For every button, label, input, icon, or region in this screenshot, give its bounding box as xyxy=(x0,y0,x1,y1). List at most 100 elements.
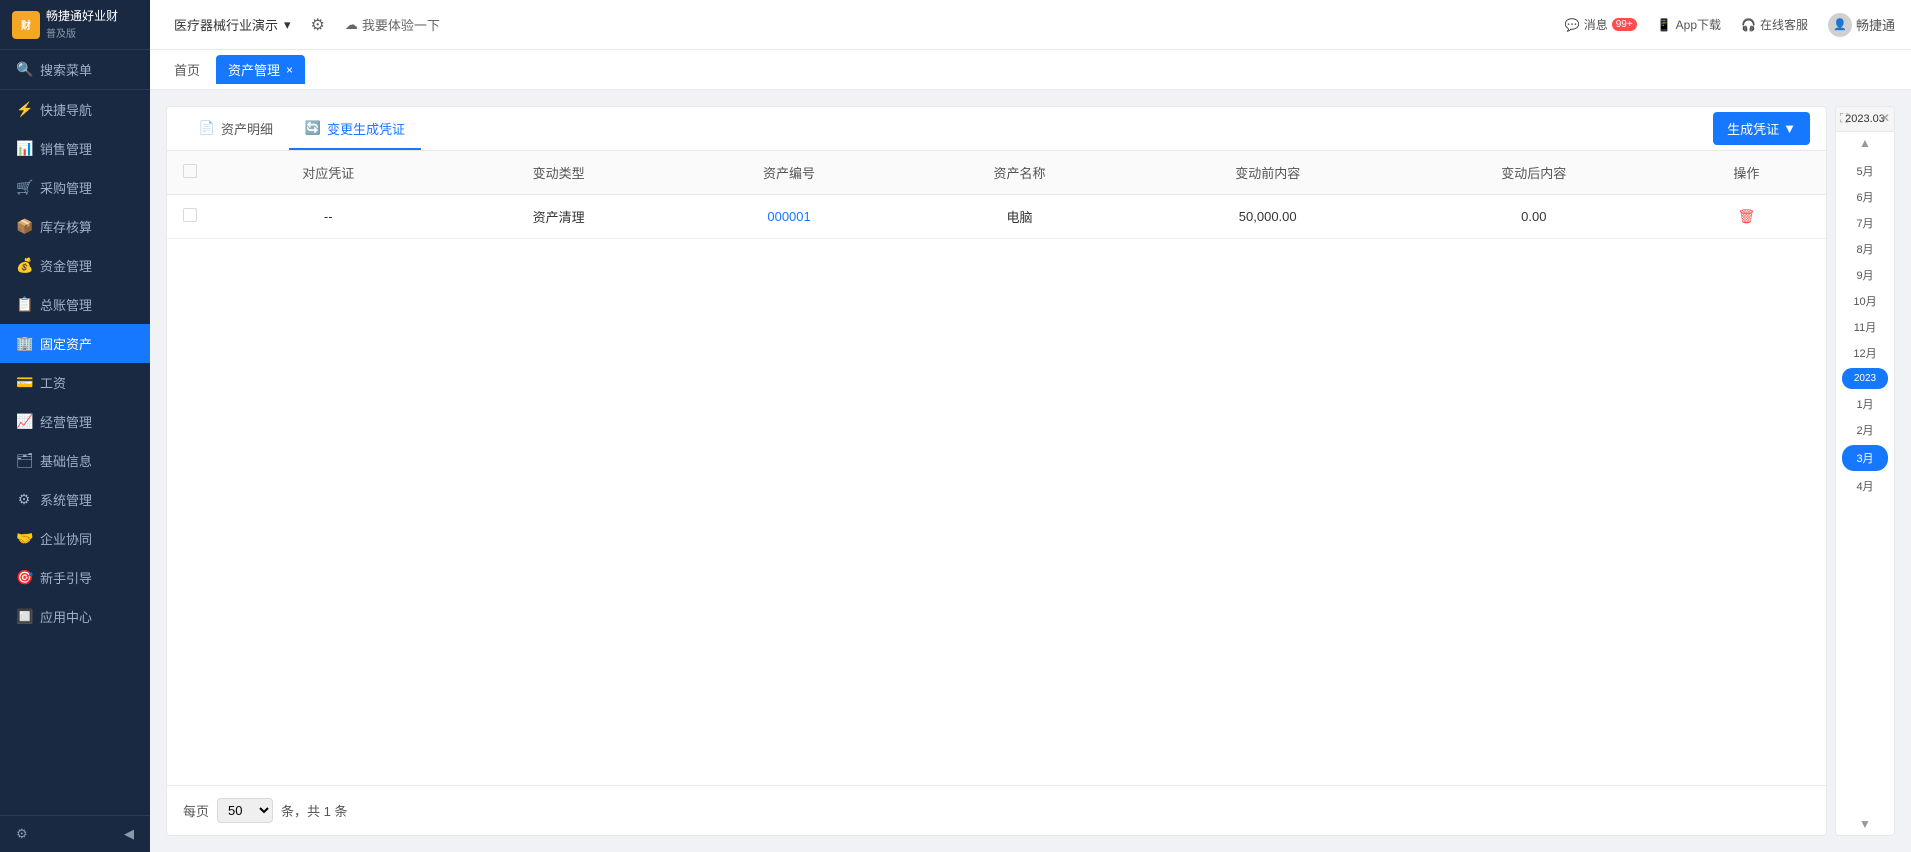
row-checkbox[interactable] xyxy=(183,208,197,222)
sidebar-bottom: ⚙ ◀ xyxy=(0,815,150,852)
online-service-btn[interactable]: 🎧 在线客服 xyxy=(1741,16,1808,33)
generate-voucher-button[interactable]: 生成凭证 ▼ xyxy=(1713,112,1810,145)
tab-home[interactable]: 首页 xyxy=(166,56,208,83)
experience-btn[interactable]: ☁ 我要体验一下 xyxy=(345,15,440,34)
timeline-item-1m[interactable]: 1月 xyxy=(1836,391,1894,417)
sidebar-search-label: 搜索菜单 xyxy=(40,60,92,79)
sidebar-item-guide[interactable]: 🎯 新手引导 xyxy=(0,558,150,597)
sub-tab-asset-list[interactable]: 📄 资产明细 xyxy=(183,109,289,150)
timeline-item-11m[interactable]: 11月 xyxy=(1836,314,1894,340)
experience-label: 我要体验一下 xyxy=(362,15,440,34)
timeline-item-2m[interactable]: 2月 xyxy=(1836,417,1894,443)
app-name: 畅捷通好业财 xyxy=(46,9,118,25)
sidebar-item-basic[interactable]: 🗂 基础信息 xyxy=(0,441,150,480)
asset-table: 对应凭证 变动类型 资产编号 资产名称 变动前内容 变动后内容 操作 xyxy=(167,151,1826,239)
delete-row-button[interactable]: 🗑 xyxy=(1738,208,1756,225)
sidebar-item-system[interactable]: ⚙ 系统管理 xyxy=(0,480,150,519)
timeline-down-btn[interactable]: ▼ xyxy=(1836,813,1894,835)
generate-dropdown-icon: ▼ xyxy=(1783,121,1796,136)
sidebar-item-inventory[interactable]: 📦 库存核算 xyxy=(0,207,150,246)
timeline-item-4m[interactable]: 4月 xyxy=(1836,473,1894,499)
per-page-label: 每页 xyxy=(183,801,209,820)
logo-text-block: 畅捷通好业财 普及版 xyxy=(46,9,118,40)
message-icon: 💬 xyxy=(1565,18,1580,32)
timeline-item-9m[interactable]: 9月 xyxy=(1836,262,1894,288)
sidebar-item-ops[interactable]: 📈 经营管理 xyxy=(0,402,150,441)
basic-icon: 🗂 xyxy=(16,452,32,469)
content-area: 📄 资产明细 🔄 变更生成凭证 生成凭证 ▼ xyxy=(150,90,1911,852)
user-avatar-icon: 👤 xyxy=(1828,13,1852,37)
app-download-btn[interactable]: 📱 App下载 xyxy=(1657,16,1721,33)
timeline-item-7m[interactable]: 7月 xyxy=(1836,210,1894,236)
col-voucher: 对应凭证 xyxy=(213,151,443,195)
timeline-item-6m[interactable]: 6月 xyxy=(1836,184,1894,210)
timeline-items: 5月 6月 7月 8月 9月 10月 11月 12月 2023 1月 2月 3月… xyxy=(1836,154,1894,813)
sidebar-item-label: 采购管理 xyxy=(40,178,92,197)
voucher-gen-icon: 🔄 xyxy=(305,120,321,136)
row-asset-no: 000001 xyxy=(674,195,904,239)
col-before: 变动前内容 xyxy=(1135,151,1401,195)
sub-tab-label: 资产明细 xyxy=(221,119,273,138)
tab-asset-management[interactable]: 资产管理 × xyxy=(216,55,305,84)
table-container: 对应凭证 变动类型 资产编号 资产名称 变动前内容 变动后内容 操作 xyxy=(167,151,1826,785)
timeline-header-date: 2023.03 xyxy=(1845,113,1885,125)
sidebar-item-label: 总账管理 xyxy=(40,295,92,314)
message-badge: 99+ xyxy=(1612,18,1637,31)
asset-list-icon: 📄 xyxy=(199,120,215,136)
sidebar-item-label: 经营管理 xyxy=(40,412,92,431)
table-header-row: 对应凭证 变动类型 资产编号 资产名称 变动前内容 变动后内容 操作 xyxy=(167,151,1826,195)
settings-gear-icon[interactable]: ⚙ xyxy=(311,15,325,35)
sidebar-item-purchase[interactable]: 🛒 采购管理 xyxy=(0,168,150,207)
system-icon: ⚙ xyxy=(16,491,32,508)
row-checkbox-cell xyxy=(167,195,213,239)
sidebar-item-fixed-assets[interactable]: 🏢 固定资产 xyxy=(0,324,150,363)
sidebar-item-label: 应用中心 xyxy=(40,607,92,626)
app-edition: 普及版 xyxy=(46,25,118,40)
corp-icon: 🤝 xyxy=(16,530,32,547)
header-checkbox[interactable] xyxy=(183,164,197,178)
timeline-item-12m[interactable]: 12月 xyxy=(1836,340,1894,366)
sidebar-item-corp[interactable]: 🤝 企业协同 xyxy=(0,519,150,558)
top-header: 医疗器械行业演示 ▾ ⚙ ☁ 我要体验一下 💬 消息 99+ 📱 App下载 🎧… xyxy=(150,0,1911,50)
sidebar: 财 畅捷通好业财 普及版 🔍 搜索菜单 ⚡ 快捷导航 📊 销售管理 🛒 采购管理… xyxy=(0,0,150,852)
sidebar-item-label: 工资 xyxy=(40,373,66,392)
timeline-expand-btn[interactable]: ⛶ xyxy=(1840,111,1848,126)
tab-bar: 首页 资产管理 × xyxy=(150,50,1911,90)
sidebar-item-appstore[interactable]: 🔲 应用中心 xyxy=(0,597,150,636)
sidebar-nav: 📊 销售管理 🛒 采购管理 📦 库存核算 💰 资金管理 📋 总账管理 🏢 固定资… xyxy=(0,129,150,815)
col-change-type: 变动类型 xyxy=(443,151,673,195)
sidebar-item-search[interactable]: 🔍 搜索菜单 xyxy=(0,50,150,90)
company-name: 医疗器械行业演示 xyxy=(174,15,278,34)
timeline-up-btn[interactable]: ▲ xyxy=(1836,132,1894,154)
settings-icon[interactable]: ⚙ xyxy=(16,826,28,842)
sidebar-item-label: 库存核算 xyxy=(40,217,92,236)
timeline-item-3m[interactable]: 3月 xyxy=(1842,445,1888,471)
tab-active-label: 资产管理 xyxy=(228,60,280,79)
user-btn[interactable]: 👤 畅捷通 xyxy=(1828,13,1895,37)
sidebar-item-finance[interactable]: 💰 资金管理 xyxy=(0,246,150,285)
sales-icon: 📊 xyxy=(16,140,32,157)
search-icon: 🔍 xyxy=(16,61,32,78)
sub-tab-voucher-gen[interactable]: 🔄 变更生成凭证 xyxy=(289,109,421,150)
finance-icon: 💰 xyxy=(16,257,32,274)
quicknav-icon: ⚡ xyxy=(16,101,32,118)
timeline-item-5m[interactable]: 5月 xyxy=(1836,158,1894,184)
sidebar-item-salary[interactable]: 💳 工资 xyxy=(0,363,150,402)
sidebar-item-quicknav[interactable]: ⚡ 快捷导航 xyxy=(0,90,150,129)
message-btn[interactable]: 💬 消息 99+ xyxy=(1565,16,1637,33)
timeline-item-8m[interactable]: 8月 xyxy=(1836,236,1894,262)
company-selector[interactable]: 医疗器械行业演示 ▾ xyxy=(166,11,299,38)
row-before: 50,000.00 xyxy=(1135,195,1401,239)
sidebar-item-sales[interactable]: 📊 销售管理 xyxy=(0,129,150,168)
collapse-icon[interactable]: ◀ xyxy=(124,826,134,842)
sidebar-item-label: 基础信息 xyxy=(40,451,92,470)
sidebar-item-ledger[interactable]: 📋 总账管理 xyxy=(0,285,150,324)
per-page-select[interactable]: 10 20 50 100 xyxy=(217,798,273,823)
row-voucher: -- xyxy=(213,195,443,239)
tab-close-btn[interactable]: × xyxy=(286,63,293,77)
col-asset-no: 资产编号 xyxy=(674,151,904,195)
dropdown-icon: ▾ xyxy=(284,17,291,33)
timeline-close-btn[interactable]: ✕ xyxy=(1880,111,1890,125)
timeline-item-10m[interactable]: 10月 xyxy=(1836,288,1894,314)
sidebar-item-label: 资金管理 xyxy=(40,256,92,275)
